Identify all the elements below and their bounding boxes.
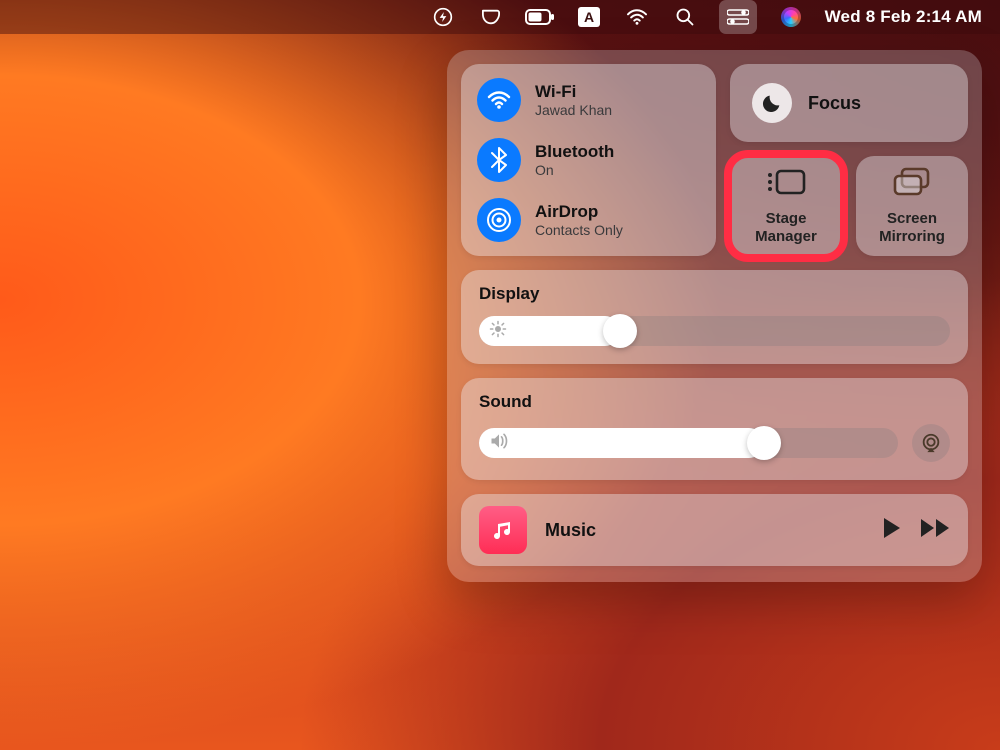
sound-card: Sound bbox=[461, 378, 968, 480]
display-card: Display bbox=[461, 270, 968, 364]
screen-mirroring-label: Screen Mirroring bbox=[879, 210, 945, 245]
bluetooth-status: On bbox=[535, 162, 614, 178]
focus-label: Focus bbox=[808, 93, 861, 114]
sound-label: Sound bbox=[479, 392, 950, 412]
airdrop-status: Contacts Only bbox=[535, 222, 623, 238]
sound-slider-fill bbox=[479, 428, 764, 458]
connectivity-card: Wi-Fi Jawad Khan Bluetooth On AirDrop bbox=[461, 64, 716, 256]
focus-button[interactable]: Focus bbox=[730, 64, 968, 142]
bluetooth-icon bbox=[477, 138, 521, 182]
control-center-menubar-icon[interactable] bbox=[719, 0, 757, 34]
airdrop-toggle[interactable]: AirDrop Contacts Only bbox=[477, 198, 700, 242]
display-label: Display bbox=[479, 284, 950, 304]
display-slider-knob[interactable] bbox=[603, 314, 637, 348]
control-center-panel: Wi-Fi Jawad Khan Bluetooth On AirDrop bbox=[447, 50, 982, 582]
music-label: Music bbox=[545, 520, 864, 541]
stage-manager-icon bbox=[764, 167, 808, 202]
stage-manager-button[interactable]: Stage Manager bbox=[730, 156, 842, 256]
next-track-button[interactable] bbox=[920, 518, 950, 543]
sound-slider[interactable] bbox=[479, 428, 898, 458]
display-slider[interactable] bbox=[479, 316, 950, 346]
airdrop-title: AirDrop bbox=[535, 202, 623, 222]
play-button[interactable] bbox=[882, 517, 902, 544]
input-source-icon[interactable]: A bbox=[575, 0, 603, 34]
menu-bar: A Wed 8 Feb 2:14 AM bbox=[0, 0, 1000, 34]
moon-icon bbox=[752, 83, 792, 123]
volume-icon bbox=[489, 432, 509, 455]
spotlight-icon[interactable] bbox=[671, 0, 699, 34]
airplay-audio-button[interactable] bbox=[912, 424, 950, 462]
brightness-icon bbox=[489, 320, 507, 343]
now-playing-card[interactable]: Music bbox=[461, 494, 968, 566]
bluetooth-toggle[interactable]: Bluetooth On bbox=[477, 138, 700, 182]
battery-icon[interactable] bbox=[525, 0, 555, 34]
shape-icon[interactable] bbox=[477, 0, 505, 34]
wifi-icon bbox=[477, 78, 521, 122]
wifi-title: Wi-Fi bbox=[535, 82, 612, 102]
menubar-datetime[interactable]: Wed 8 Feb 2:14 AM bbox=[825, 0, 982, 34]
airdrop-icon bbox=[477, 198, 521, 242]
display-slider-fill bbox=[479, 316, 620, 346]
screen-mirroring-icon bbox=[892, 167, 932, 202]
wifi-status: Jawad Khan bbox=[535, 102, 612, 118]
stage-manager-label: Stage Manager bbox=[755, 210, 817, 245]
sound-slider-knob[interactable] bbox=[747, 426, 781, 460]
svg-text:A: A bbox=[584, 9, 594, 25]
wifi-toggle[interactable]: Wi-Fi Jawad Khan bbox=[477, 78, 700, 122]
siri-icon[interactable] bbox=[777, 0, 805, 34]
fast-charge-icon[interactable] bbox=[429, 0, 457, 34]
music-app-icon bbox=[479, 506, 527, 554]
bluetooth-title: Bluetooth bbox=[535, 142, 614, 162]
screen-mirroring-button[interactable]: Screen Mirroring bbox=[856, 156, 968, 256]
wifi-menubar-icon[interactable] bbox=[623, 0, 651, 34]
